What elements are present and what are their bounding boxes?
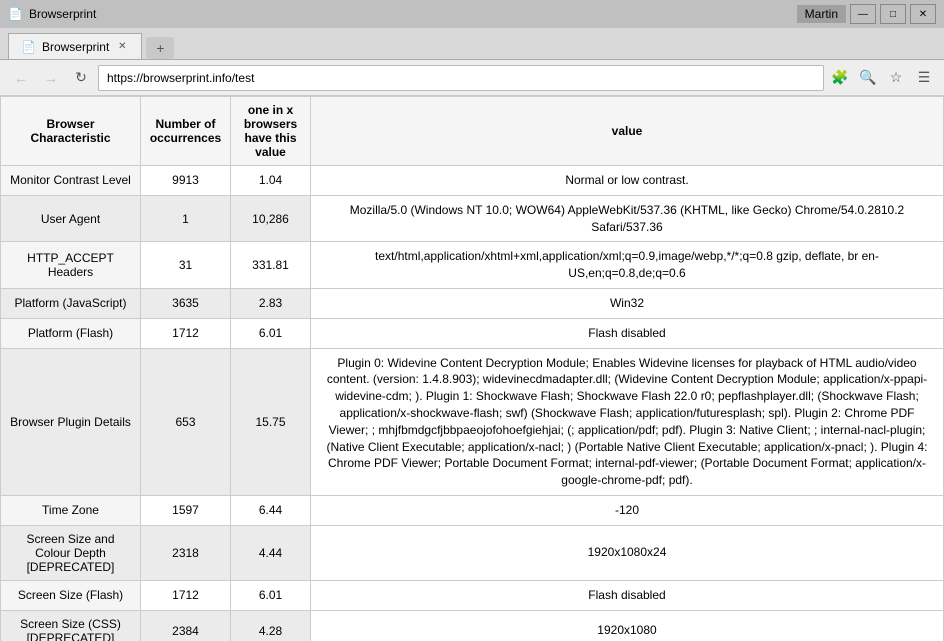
- tab-bar: 📄 Browserprint ✕ +: [0, 28, 944, 60]
- cell-occurrences: 31: [141, 242, 231, 289]
- cell-characteristic: Browser Plugin Details: [1, 348, 141, 495]
- tab-label: Browserprint: [42, 40, 109, 54]
- cell-occurrences: 1712: [141, 318, 231, 348]
- forward-button[interactable]: →: [38, 65, 64, 91]
- cell-ratio: 6.01: [231, 580, 311, 610]
- cell-ratio: 10,286: [231, 195, 311, 242]
- cell-characteristic: Time Zone: [1, 495, 141, 525]
- fingerprint-table: Browser Characteristic Number of occurre…: [0, 96, 944, 641]
- table-header-row: Browser Characteristic Number of occurre…: [1, 97, 944, 166]
- new-tab-button[interactable]: +: [146, 37, 174, 59]
- cell-characteristic: User Agent: [1, 195, 141, 242]
- table-row: Time Zone15976.44-120: [1, 495, 944, 525]
- back-button[interactable]: ←: [8, 65, 34, 91]
- user-label: Martin: [797, 5, 846, 23]
- table-row: Platform (Flash)17126.01Flash disabled: [1, 318, 944, 348]
- extensions-icon[interactable]: 🧩: [828, 66, 852, 90]
- nav-icons: 🧩 🔍 ☆ ☰: [828, 66, 936, 90]
- cell-occurrences: 1712: [141, 580, 231, 610]
- col-header-ratio: one in x browsers have this value: [231, 97, 311, 166]
- cell-value: Plugin 0: Widevine Content Decryption Mo…: [311, 348, 944, 495]
- cell-ratio: 15.75: [231, 348, 311, 495]
- page-icon: 📄: [8, 7, 23, 21]
- cell-characteristic: Screen Size (CSS) [DEPRECATED]: [1, 610, 141, 641]
- cell-occurrences: 2384: [141, 610, 231, 641]
- cell-occurrences: 653: [141, 348, 231, 495]
- minimize-button[interactable]: —: [850, 4, 876, 24]
- table-row: HTTP_ACCEPT Headers31331.81text/html,app…: [1, 242, 944, 289]
- content-area: Browser Characteristic Number of occurre…: [0, 96, 944, 641]
- table-row: User Agent110,286Mozilla/5.0 (Windows NT…: [1, 195, 944, 242]
- cell-characteristic: Platform (Flash): [1, 318, 141, 348]
- cell-characteristic: Monitor Contrast Level: [1, 166, 141, 196]
- title-bar-left: 📄 Browserprint: [8, 7, 96, 21]
- col-header-value: value: [311, 97, 944, 166]
- table-row: Monitor Contrast Level99131.04Normal or …: [1, 166, 944, 196]
- cell-occurrences: 1597: [141, 495, 231, 525]
- browser-tab[interactable]: 📄 Browserprint ✕: [8, 33, 142, 59]
- table-row: Platform (JavaScript)36352.83Win32: [1, 288, 944, 318]
- cell-value: Normal or low contrast.: [311, 166, 944, 196]
- cell-ratio: 6.01: [231, 318, 311, 348]
- cell-value: Flash disabled: [311, 580, 944, 610]
- title-bar: 📄 Browserprint Martin — □ ✕: [0, 0, 944, 28]
- cell-value: Win32: [311, 288, 944, 318]
- cell-ratio: 2.83: [231, 288, 311, 318]
- close-button[interactable]: ✕: [910, 4, 936, 24]
- cell-characteristic: Platform (JavaScript): [1, 288, 141, 318]
- title-bar-right: Martin — □ ✕: [797, 4, 936, 24]
- table-row: Screen Size (CSS) [DEPRECATED]23844.2819…: [1, 610, 944, 641]
- cell-ratio: 6.44: [231, 495, 311, 525]
- cell-occurrences: 9913: [141, 166, 231, 196]
- window-title: Browserprint: [29, 7, 96, 21]
- col-header-occurrences: Number of occurrences: [141, 97, 231, 166]
- col-header-characteristic: Browser Characteristic: [1, 97, 141, 166]
- cell-value: Flash disabled: [311, 318, 944, 348]
- cell-ratio: 4.44: [231, 525, 311, 580]
- menu-icon[interactable]: ☰: [912, 66, 936, 90]
- cell-characteristic: Screen Size (Flash): [1, 580, 141, 610]
- table-row: Screen Size (Flash)17126.01Flash disable…: [1, 580, 944, 610]
- cell-value: text/html,application/xhtml+xml,applicat…: [311, 242, 944, 289]
- cell-value: 1920x1080: [311, 610, 944, 641]
- refresh-button[interactable]: ↻: [68, 65, 94, 91]
- cell-occurrences: 2318: [141, 525, 231, 580]
- cell-characteristic: Screen Size and Colour Depth [DEPRECATED…: [1, 525, 141, 580]
- cell-occurrences: 3635: [141, 288, 231, 318]
- cell-ratio: 4.28: [231, 610, 311, 641]
- tab-close-button[interactable]: ✕: [115, 40, 129, 54]
- maximize-button[interactable]: □: [880, 4, 906, 24]
- cell-ratio: 331.81: [231, 242, 311, 289]
- bookmark-icon[interactable]: ☆: [884, 66, 908, 90]
- cell-value: Mozilla/5.0 (Windows NT 10.0; WOW64) App…: [311, 195, 944, 242]
- address-bar[interactable]: [98, 65, 824, 91]
- cell-value: 1920x1080x24: [311, 525, 944, 580]
- cell-characteristic: HTTP_ACCEPT Headers: [1, 242, 141, 289]
- cell-value: -120: [311, 495, 944, 525]
- table-row: Browser Plugin Details65315.75Plugin 0: …: [1, 348, 944, 495]
- tab-icon: 📄: [21, 40, 36, 54]
- zoom-icon[interactable]: 🔍: [856, 66, 880, 90]
- cell-ratio: 1.04: [231, 166, 311, 196]
- cell-occurrences: 1: [141, 195, 231, 242]
- address-input[interactable]: [107, 71, 815, 85]
- nav-bar: ← → ↻ 🧩 🔍 ☆ ☰: [0, 60, 944, 96]
- table-row: Screen Size and Colour Depth [DEPRECATED…: [1, 525, 944, 580]
